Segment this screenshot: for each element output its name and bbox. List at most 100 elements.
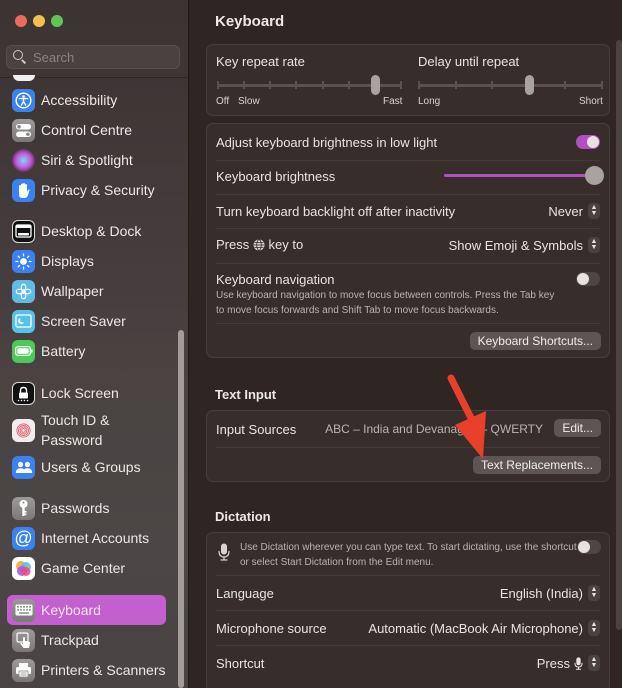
sidebar-item-users-groups[interactable]: Users & Groups xyxy=(7,452,166,482)
sidebar-item-trackpad[interactable]: Trackpad xyxy=(7,625,166,655)
minimize-window-button[interactable] xyxy=(33,15,45,27)
keyboard-icon xyxy=(12,598,35,622)
dictation-toggle[interactable] xyxy=(577,540,601,554)
keyboard-settings-card: Adjust keyboard brightness in low light … xyxy=(206,123,610,358)
slider-knob[interactable] xyxy=(525,75,534,95)
repeat-card: Key repeat rate Off Slow Fast Delay unti… xyxy=(206,44,610,116)
key-repeat-slider[interactable] xyxy=(217,75,402,95)
microphone-source-value: Automatic (MacBook Air Microphone) xyxy=(368,620,583,636)
text-replacements-button[interactable]: Text Replacements... xyxy=(472,456,601,474)
sidebar-item-label: Lock Screen xyxy=(41,385,119,401)
sidebar-item-wallpaper[interactable]: Wallpaper xyxy=(7,276,166,306)
input-sources-label: Input Sources xyxy=(216,421,297,437)
up-down-chevron-icon: ▲ ▼ xyxy=(588,620,600,636)
at-icon: @ xyxy=(12,526,35,550)
zoom-window-button[interactable] xyxy=(51,15,63,27)
siri-icon xyxy=(12,148,35,172)
adjust-brightness-label: Adjust keyboard brightness in low light xyxy=(216,134,438,150)
sidebar-item-label: Displays xyxy=(41,253,94,269)
globe-icon xyxy=(253,238,265,254)
adjust-brightness-toggle[interactable] xyxy=(576,135,600,149)
keyboard-shortcuts-button[interactable]: Keyboard Shortcuts... xyxy=(469,332,601,350)
partial-hidden-icon xyxy=(13,75,35,81)
input-sources-row: Input Sources ABC – India and Devanagari… xyxy=(216,419,600,439)
users-icon xyxy=(12,455,35,479)
backlight-off-value: Never xyxy=(548,203,583,219)
search-field[interactable] xyxy=(6,45,180,69)
shortcut-value: Press xyxy=(536,655,570,671)
key-repeat-label: Key repeat rate xyxy=(216,54,305,69)
search-input[interactable] xyxy=(33,49,173,65)
main-scrollbar[interactable] xyxy=(616,40,622,630)
sidebar-item-screen-saver[interactable]: Screen Saver xyxy=(7,306,166,336)
sidebar-item-label: Keyboard xyxy=(41,602,101,618)
sidebar-item-label: Battery xyxy=(41,343,86,359)
close-window-button[interactable] xyxy=(15,15,27,27)
up-down-chevron-icon: ▲ ▼ xyxy=(588,585,600,601)
sidebar-item-label: Control Centre xyxy=(41,122,133,138)
edit-input-sources-button[interactable]: Edit... xyxy=(554,419,601,437)
microphone-icon xyxy=(574,656,583,670)
sidebar-item-control-centre[interactable]: Control Centre xyxy=(7,115,166,145)
sidebar-item-siri-spotlight[interactable]: Siri & Spotlight xyxy=(7,145,166,175)
row-divider xyxy=(216,447,600,448)
slider-tick xyxy=(348,81,350,89)
keyboard-navigation-description: Use keyboard navigation to move focus be… xyxy=(216,288,554,318)
sidebar-item-label: Trackpad xyxy=(41,632,99,648)
text-input-card: Input Sources ABC – India and Devanagari… xyxy=(206,410,610,482)
hand-icon xyxy=(12,178,35,202)
sun-icon xyxy=(12,249,35,273)
dock-icon xyxy=(12,219,35,243)
globe-key-select[interactable]: Show Emoji & Symbols ▲ ▼ xyxy=(449,237,600,253)
toggle-thumb xyxy=(578,541,590,553)
microphone-source-select[interactable]: Automatic (MacBook Air Microphone) ▲ ▼ xyxy=(368,620,600,636)
press-text: Press xyxy=(216,236,250,252)
sidebar-item-displays[interactable]: Displays xyxy=(7,246,166,276)
brightness-slider-knob[interactable] xyxy=(585,166,604,185)
sidebar-item-lock-screen[interactable]: Lock Screen xyxy=(7,378,166,408)
backlight-off-select[interactable]: Never ▲ ▼ xyxy=(548,203,600,219)
delay-until-repeat-slider[interactable] xyxy=(418,75,603,95)
input-sources-value: ABC – India and Devanagari – QWERTY xyxy=(325,422,543,436)
sidebar-item-label: Desktop & Dock xyxy=(41,223,142,239)
slider-tick xyxy=(295,81,297,89)
microphone-source-row: Microphone source Automatic (MacBook Air… xyxy=(216,618,600,638)
sidebar-item-touch-id-password[interactable]: Touch ID & Password xyxy=(7,408,166,452)
desc-line-2: to move focus forwards and Shift Tab to … xyxy=(216,305,499,316)
sidebar: Accessibility Control Centre Siri & Spot… xyxy=(0,0,189,688)
fingerprint-icon xyxy=(12,418,35,442)
shortcut-select[interactable]: Press ▲ ▼ xyxy=(537,655,600,671)
desc-line-1: Use Dictation wherever you can type text… xyxy=(240,542,577,553)
row-divider xyxy=(216,575,600,576)
trackpad-icon xyxy=(12,628,35,652)
sidebar-item-label: Passwords xyxy=(41,500,110,516)
key-repeat-min-label: Off xyxy=(216,96,230,107)
lock-icon xyxy=(12,381,35,405)
slider-tick xyxy=(322,81,324,89)
sidebar-item-desktop-dock[interactable]: Desktop & Dock xyxy=(7,216,166,246)
page-title: Keyboard xyxy=(215,13,285,30)
slider-tick xyxy=(564,81,566,89)
language-select[interactable]: English (India) ▲ ▼ xyxy=(500,585,600,601)
sidebar-item-passwords[interactable]: Passwords xyxy=(7,493,166,523)
sidebar-item-privacy-security[interactable]: Privacy & Security xyxy=(7,175,166,205)
language-row: Language English (India) ▲ ▼ xyxy=(216,583,600,603)
sidebar-item-internet-accounts[interactable]: @ Internet Accounts xyxy=(7,523,166,553)
slider-knob[interactable] xyxy=(371,75,380,95)
sidebar-scrollbar[interactable] xyxy=(178,330,184,688)
key-repeat-max-label: Fast xyxy=(383,96,403,107)
sidebar-item-printers-scanners[interactable]: Printers & Scanners xyxy=(7,655,166,685)
sidebar-item-accessibility[interactable]: Accessibility xyxy=(7,85,166,115)
sidebar-item-game-center[interactable]: Game Center xyxy=(7,553,166,583)
slider-tick xyxy=(601,81,603,89)
brightness-slider-track[interactable] xyxy=(444,174,594,177)
slider-tick xyxy=(418,81,420,89)
keyboard-navigation-toggle[interactable] xyxy=(576,272,600,286)
delay-max-label: Short xyxy=(579,96,603,107)
flower-icon xyxy=(12,279,35,303)
desc-line-2: or select Start Dictation from the Edit … xyxy=(240,557,434,568)
backlight-off-row: Turn keyboard backlight off after inacti… xyxy=(216,201,600,221)
sidebar-item-battery[interactable]: Battery xyxy=(7,336,166,366)
row-divider xyxy=(216,263,600,264)
sidebar-item-keyboard[interactable]: Keyboard xyxy=(7,595,166,625)
